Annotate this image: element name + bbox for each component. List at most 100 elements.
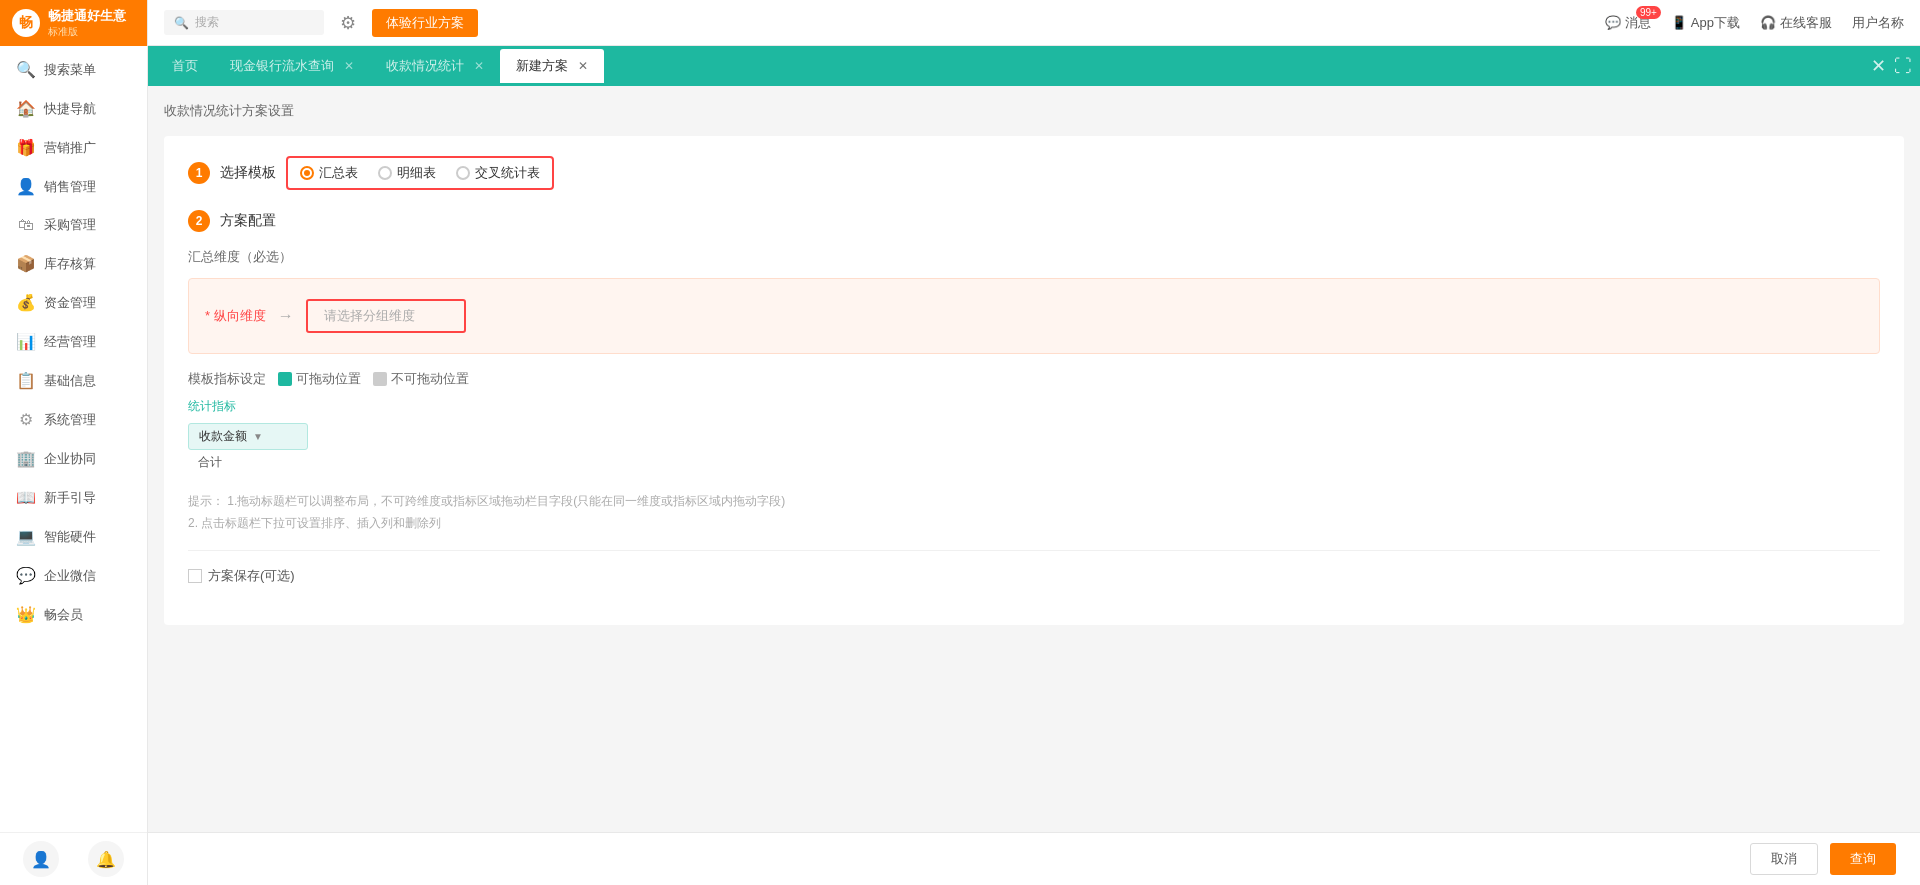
step1-num: 1 — [188, 162, 210, 184]
sidebar-item-label: 新手引导 — [44, 489, 96, 507]
indicator-tag-container: 收款金额 ▼ 合计 — [188, 423, 308, 475]
sidebar-item-basic-info[interactable]: 📋 基础信息 — [0, 361, 147, 400]
app-download-button[interactable]: 📱 App下载 — [1671, 14, 1740, 32]
dimension-selector[interactable]: 请选择分组维度 — [306, 299, 466, 333]
sidebar-item-hardware[interactable]: 💻 智能硬件 — [0, 517, 147, 556]
download-icon: 📱 — [1671, 15, 1687, 30]
tab-home[interactable]: 首页 — [156, 49, 214, 83]
divider — [188, 550, 1880, 551]
dropdown-icon: ▼ — [253, 431, 263, 442]
step1-header: 1 选择模板 汇总表 明细表 交叉统计表 — [188, 156, 1880, 190]
sidebar-item-quick-nav[interactable]: 🏠 快捷导航 — [0, 89, 147, 128]
tab-bank-flow-close[interactable]: ✕ — [344, 59, 354, 73]
user-icon: 👤 — [16, 177, 36, 196]
sidebar-nav: 🔍 搜索菜单 🏠 快捷导航 🎁 营销推广 👤 销售管理 🛍 采购管理 📦 库存核… — [0, 46, 147, 832]
top-header: 🔍 搜索 ⚙ 体验行业方案 💬 消息 99+ 📱 App下载 🎧 在线客服 用户… — [148, 0, 1920, 46]
sidebar-item-label: 采购管理 — [44, 216, 96, 234]
indicator-subtag-total: 合计 — [188, 450, 308, 475]
indicator-grid: 统计指标 收款金额 ▼ 合计 — [188, 398, 1880, 475]
tab-bar: 首页 现金银行流水查询 ✕ 收款情况统计 ✕ 新建方案 ✕ ✕ ⛶ — [148, 46, 1920, 86]
sidebar-user-avatar[interactable]: 👤 — [23, 841, 59, 877]
clipboard-icon: 📋 — [16, 371, 36, 390]
sidebar-item-sales[interactable]: 👤 销售管理 — [0, 167, 147, 206]
box-icon: 📦 — [16, 254, 36, 273]
dimension-section-title: 汇总维度（必选） — [188, 248, 1880, 266]
tab-home-label: 首页 — [172, 57, 198, 75]
draggable-toggle — [278, 372, 292, 386]
sidebar-item-marketing[interactable]: 🎁 营销推广 — [0, 128, 147, 167]
header-right: 💬 消息 99+ 📱 App下载 🎧 在线客服 用户名称 — [1605, 14, 1904, 32]
radio-detail[interactable]: 明细表 — [378, 164, 436, 182]
step1-title: 选择模板 — [220, 164, 276, 182]
footer: 取消 查询 — [148, 832, 1920, 885]
dimension-row: * 纵向维度 → 请选择分组维度 — [205, 299, 1863, 333]
sidebar-item-label: 库存核算 — [44, 255, 96, 273]
home-icon: 🏠 — [16, 99, 36, 118]
sidebar-item-enterprise[interactable]: 🏢 企业协同 — [0, 439, 147, 478]
logo-tag: 标准版 — [48, 25, 126, 39]
online-service-label: 在线客服 — [1780, 14, 1832, 32]
notification-badge: 99+ — [1636, 6, 1661, 19]
main-card: 1 选择模板 汇总表 明细表 交叉统计表 — [164, 136, 1904, 625]
sidebar-notification-btn[interactable]: 🔔 — [88, 841, 124, 877]
tab-new-plan[interactable]: 新建方案 ✕ — [500, 49, 604, 83]
chat-icon: 💬 — [16, 566, 36, 585]
draggable-legend: 可拖动位置 — [278, 370, 361, 388]
tab-close-all-icon[interactable]: ✕ — [1871, 55, 1886, 77]
book-icon: 📖 — [16, 488, 36, 507]
tip-line-2: 2. 点击标题栏下拉可设置排序、插入列和删除列 — [188, 513, 1880, 535]
sidebar-item-inventory[interactable]: 📦 库存核算 — [0, 244, 147, 283]
save-checkbox[interactable] — [188, 569, 202, 583]
indicator-settings: 模板指标设定 可拖动位置 不可拖动位置 统计指标 — [188, 370, 1880, 475]
sidebar-item-label: 营销推广 — [44, 139, 96, 157]
search-placeholder: 搜索 — [195, 14, 219, 31]
tab-receipt-stats-close[interactable]: ✕ — [474, 59, 484, 73]
sidebar-item-wechat[interactable]: 💬 企业微信 — [0, 556, 147, 595]
draggable-label: 可拖动位置 — [296, 370, 361, 388]
tab-receipt-stats[interactable]: 收款情况统计 ✕ — [370, 49, 500, 83]
tab-expand-icon[interactable]: ⛶ — [1894, 56, 1912, 77]
sidebar-item-system[interactable]: ⚙ 系统管理 — [0, 400, 147, 439]
online-service-button[interactable]: 🎧 在线客服 — [1760, 14, 1832, 32]
sidebar-item-label: 销售管理 — [44, 178, 96, 196]
query-button[interactable]: 查询 — [1830, 843, 1896, 875]
sidebar-item-operations[interactable]: 📊 经营管理 — [0, 322, 147, 361]
template-radio-group: 汇总表 明细表 交叉统计表 — [286, 156, 554, 190]
sidebar-item-guide[interactable]: 📖 新手引导 — [0, 478, 147, 517]
radio-summary[interactable]: 汇总表 — [300, 164, 358, 182]
radio-cross[interactable]: 交叉统计表 — [456, 164, 540, 182]
crown-icon: 👑 — [16, 605, 36, 624]
sidebar-item-search[interactable]: 🔍 搜索菜单 — [0, 50, 147, 89]
save-option: 方案保存(可选) — [188, 567, 1880, 585]
indicator-tag-amount[interactable]: 收款金额 ▼ — [188, 423, 308, 450]
arrow-icon: → — [278, 307, 294, 325]
notification-button[interactable]: 💬 消息 99+ — [1605, 14, 1651, 32]
message-icon: 💬 — [1605, 15, 1621, 30]
sidebar-item-label: 经营管理 — [44, 333, 96, 351]
sidebar-item-label: 搜索菜单 — [44, 61, 96, 79]
logo-icon: 畅 — [12, 9, 40, 37]
save-option-label: 方案保存(可选) — [208, 567, 295, 585]
sidebar-bottom: 👤 🔔 — [0, 832, 147, 885]
tab-new-plan-close[interactable]: ✕ — [578, 59, 588, 73]
tab-new-plan-label: 新建方案 — [516, 57, 568, 75]
sidebar-item-purchase[interactable]: 🛍 采购管理 — [0, 206, 147, 244]
settings-icon[interactable]: ⚙ — [340, 12, 356, 34]
sidebar-item-member[interactable]: 👑 畅会员 — [0, 595, 147, 634]
user-name-label: 用户名称 — [1852, 14, 1904, 32]
user-name-button[interactable]: 用户名称 — [1852, 14, 1904, 32]
indicator-tag-label: 收款金额 — [199, 428, 247, 445]
non-draggable-toggle — [373, 372, 387, 386]
search-box[interactable]: 🔍 搜索 — [164, 10, 324, 35]
sidebar-item-finance[interactable]: 💰 资金管理 — [0, 283, 147, 322]
radio-detail-circle — [378, 166, 392, 180]
laptop-icon: 💻 — [16, 527, 36, 546]
sidebar-item-label: 企业协同 — [44, 450, 96, 468]
industry-button[interactable]: 体验行业方案 — [372, 9, 478, 37]
search-icon: 🔍 — [174, 16, 189, 30]
cancel-button[interactable]: 取消 — [1750, 843, 1818, 875]
tab-bank-flow[interactable]: 现金银行流水查询 ✕ — [214, 49, 370, 83]
bag-icon: 🛍 — [16, 216, 36, 234]
main-area: 🔍 搜索 ⚙ 体验行业方案 💬 消息 99+ 📱 App下载 🎧 在线客服 用户… — [148, 0, 1920, 885]
sidebar-item-label: 系统管理 — [44, 411, 96, 429]
